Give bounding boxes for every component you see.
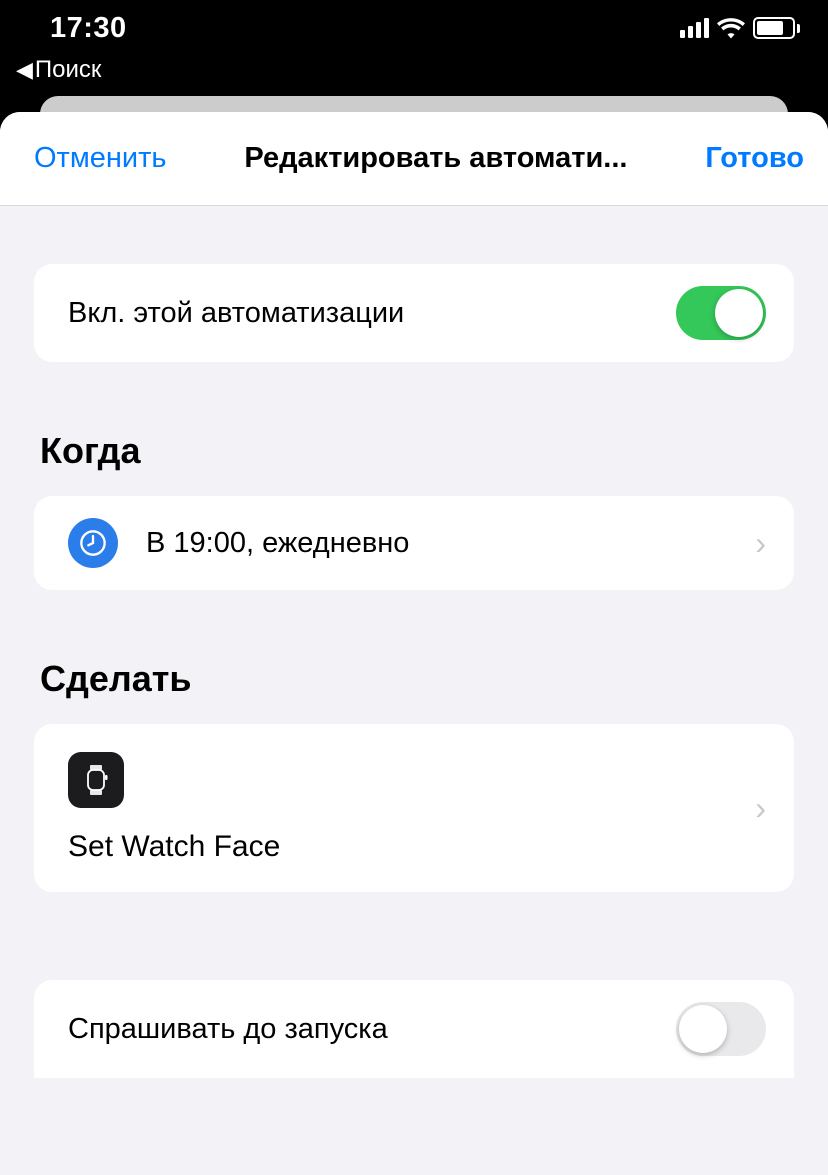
- wifi-icon: [717, 17, 745, 39]
- status-icons: [680, 17, 800, 39]
- section-do-title: Сделать: [34, 658, 794, 700]
- page-title: Редактировать автомати...: [167, 142, 706, 175]
- chevron-right-icon: ›: [755, 790, 766, 827]
- enable-card: Вкл. этой автоматизации: [34, 264, 794, 362]
- do-card[interactable]: Set Watch Face ›: [34, 724, 794, 892]
- ask-toggle[interactable]: [676, 1002, 766, 1056]
- status-time: 17:30: [50, 12, 127, 45]
- chevron-right-icon: ›: [755, 525, 766, 562]
- back-breadcrumb[interactable]: ◀ Поиск: [0, 56, 828, 92]
- cancel-button[interactable]: Отменить: [34, 142, 167, 175]
- ask-card: Спрашивать до запуска: [34, 980, 794, 1078]
- status-bar: 17:30: [0, 0, 828, 56]
- when-label: В 19:00, ежедневно: [146, 527, 755, 560]
- ask-row: Спрашивать до запуска: [34, 980, 794, 1078]
- done-button[interactable]: Готово: [705, 142, 804, 175]
- ask-label: Спрашивать до запуска: [68, 1013, 676, 1046]
- when-card[interactable]: В 19:00, ежедневно ›: [34, 496, 794, 590]
- enable-label: Вкл. этой автоматизации: [68, 297, 676, 330]
- section-when-title: Когда: [34, 430, 794, 472]
- caret-left-icon: ◀: [16, 57, 33, 83]
- modal-sheet: Отменить Редактировать автомати... Готов…: [0, 112, 828, 1175]
- sheet-header: Отменить Редактировать автомати... Готов…: [0, 112, 828, 206]
- enable-toggle[interactable]: [676, 286, 766, 340]
- breadcrumb-label: Поиск: [35, 56, 102, 84]
- enable-row: Вкл. этой автоматизации: [34, 264, 794, 362]
- action-label: Set Watch Face: [68, 830, 755, 864]
- cellular-signal-icon: [680, 18, 709, 38]
- watch-app-icon: [68, 752, 124, 808]
- clock-icon: [68, 518, 118, 568]
- sheet-content: Вкл. этой автоматизации Когда В 19:00, е…: [0, 264, 828, 1078]
- battery-icon: [753, 17, 800, 39]
